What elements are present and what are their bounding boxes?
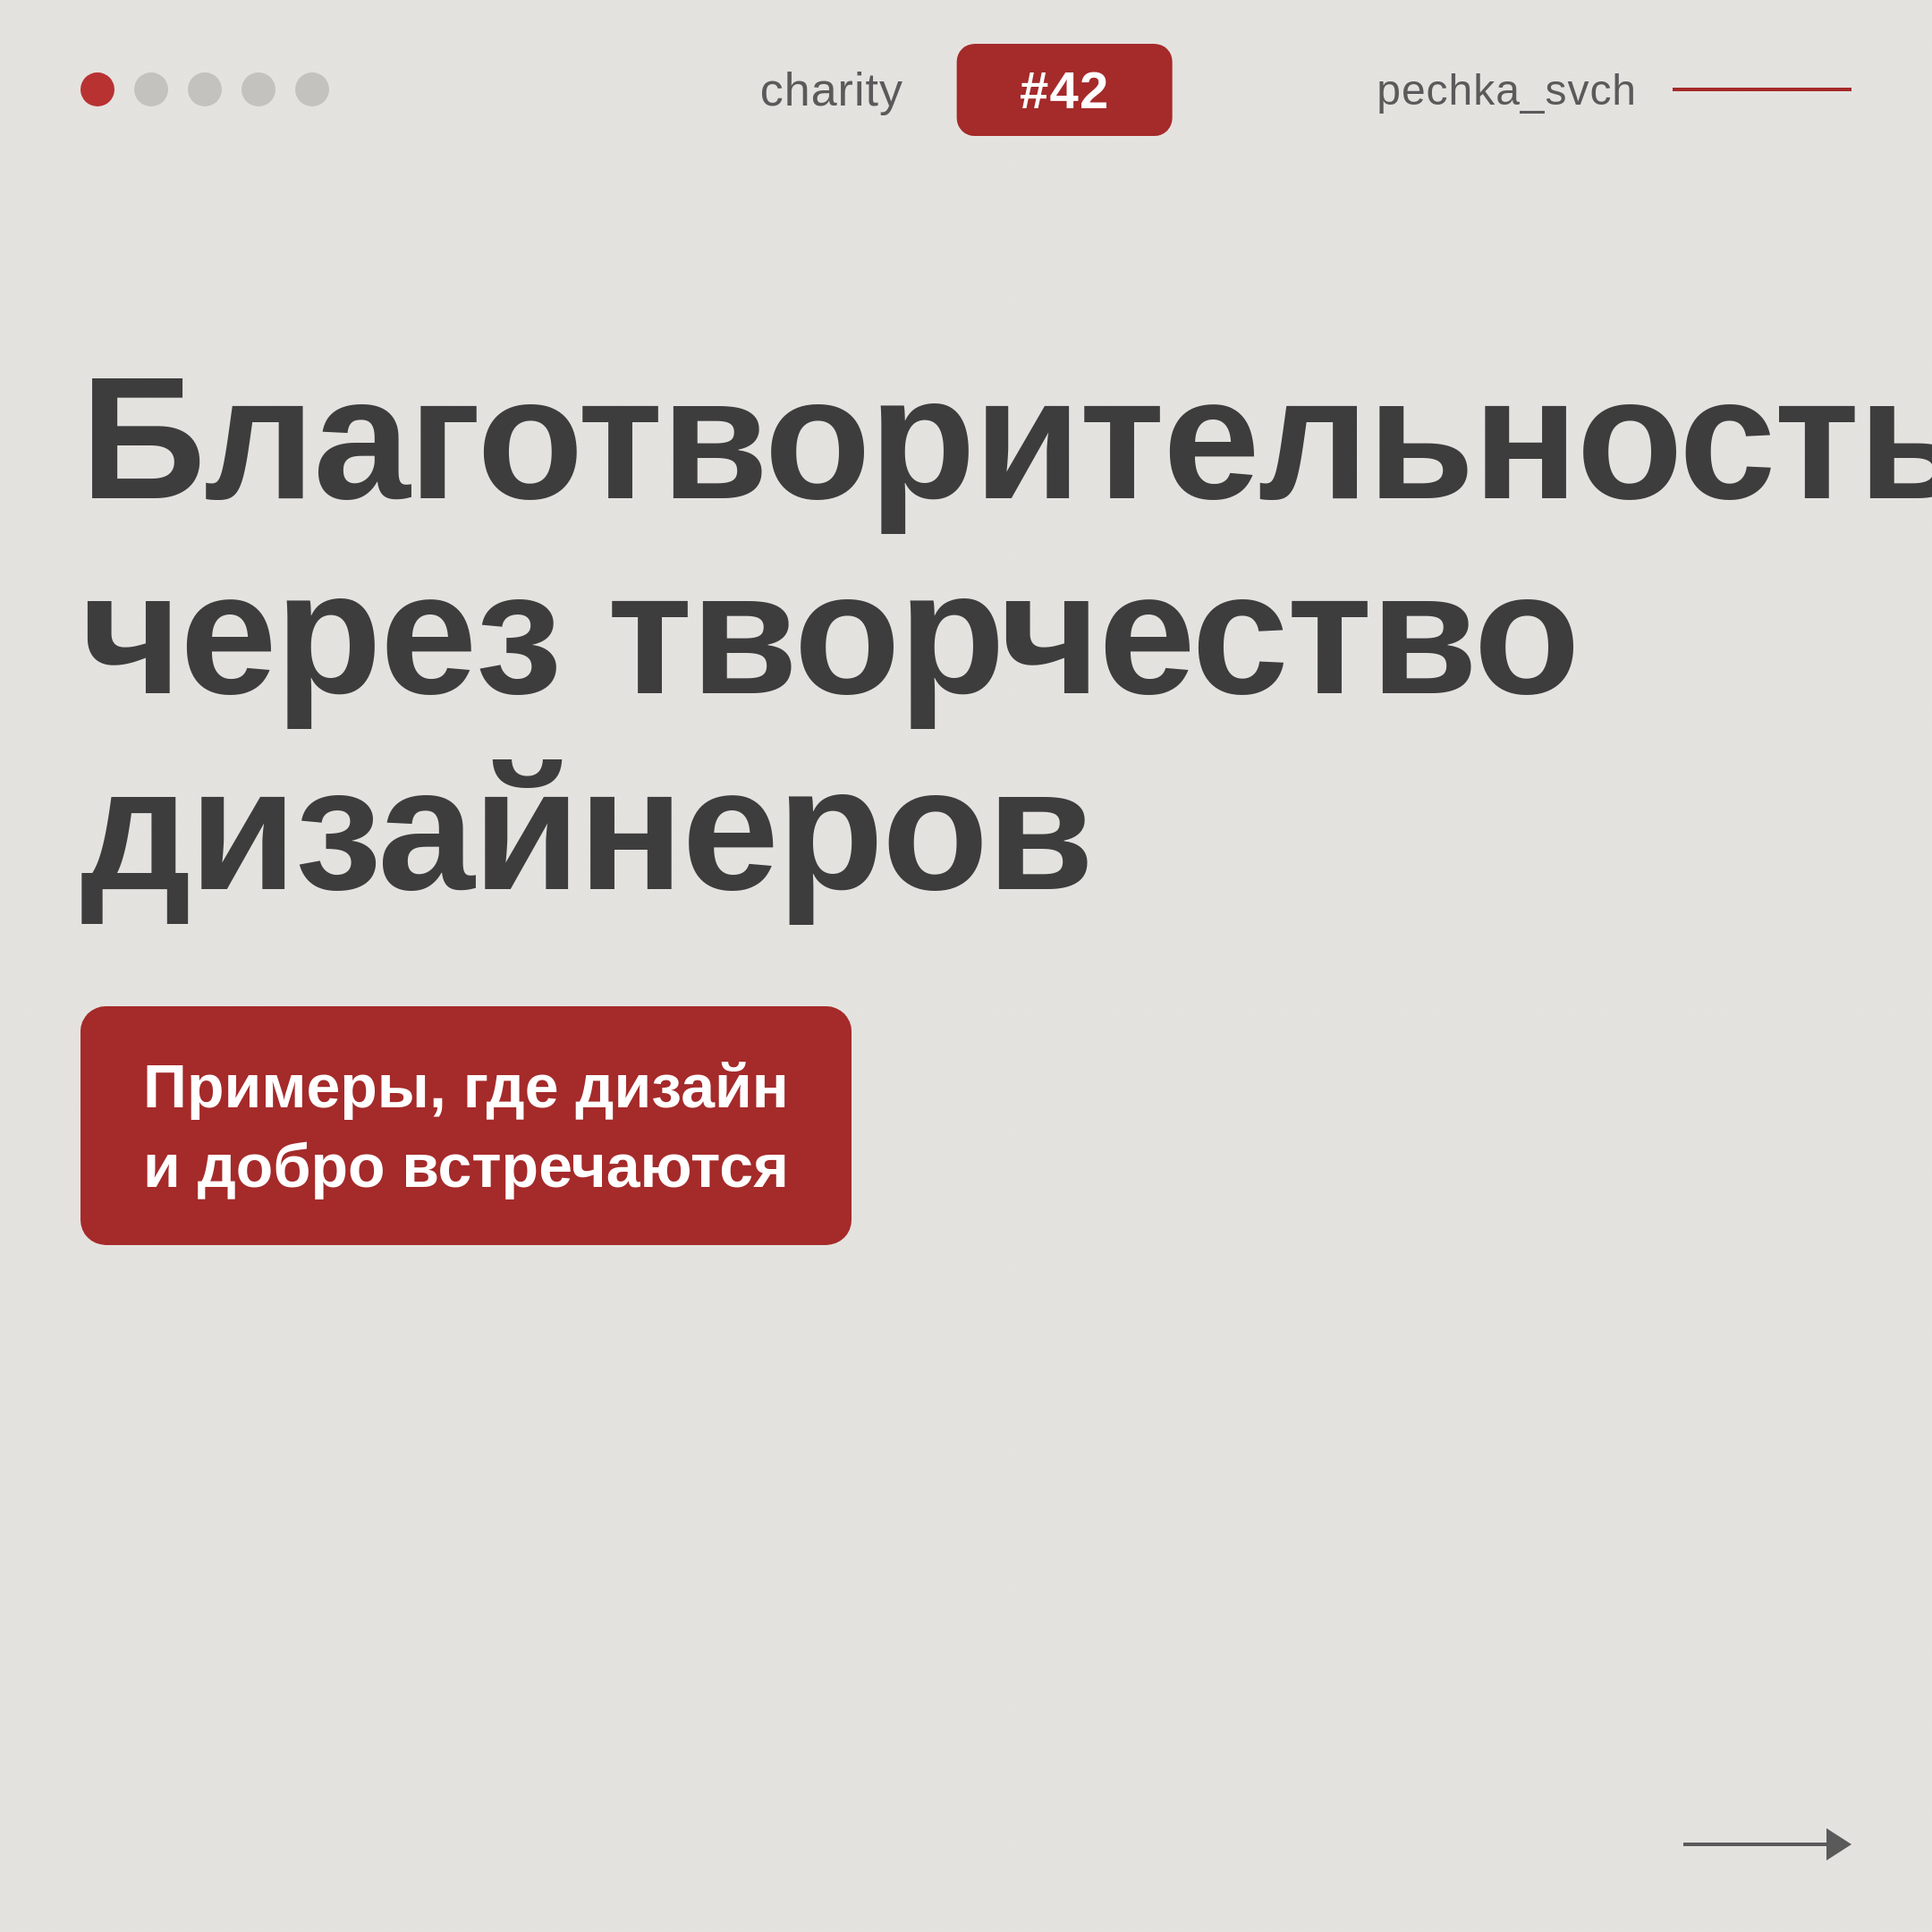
header-episode-badge: #42: [957, 44, 1172, 136]
dot-5: [295, 72, 329, 106]
arrow-head-icon: [1826, 1828, 1852, 1860]
header-dots: [80, 72, 1377, 106]
dot-3: [188, 72, 222, 106]
main-content: Благотворительность через творчество диз…: [80, 340, 1852, 1245]
dot-active: [80, 72, 114, 106]
subtitle-line-1: Примеры, где дизайн: [143, 1052, 789, 1120]
header-username-label: pechka_svch: [1377, 65, 1637, 114]
dot-2: [134, 72, 168, 106]
header-decorative-line: [1673, 88, 1852, 91]
dot-4: [242, 72, 275, 106]
next-arrow[interactable]: [1683, 1828, 1852, 1860]
subtitle-line-2: и добро встречаются: [143, 1131, 789, 1199]
header-category-label: charity: [760, 63, 903, 116]
header: charity #42 pechka_svch: [0, 0, 1932, 179]
subtitle-badge: Примеры, где дизайн и добро встречаются: [80, 1006, 852, 1245]
header-right: pechka_svch: [1377, 65, 1852, 114]
page-container: charity #42 pechka_svch Благотворительно…: [0, 0, 1932, 1932]
header-center: charity #42: [760, 44, 1173, 136]
arrow-line: [1683, 1843, 1826, 1846]
main-title: Благотворительность через творчество диз…: [80, 340, 1852, 926]
